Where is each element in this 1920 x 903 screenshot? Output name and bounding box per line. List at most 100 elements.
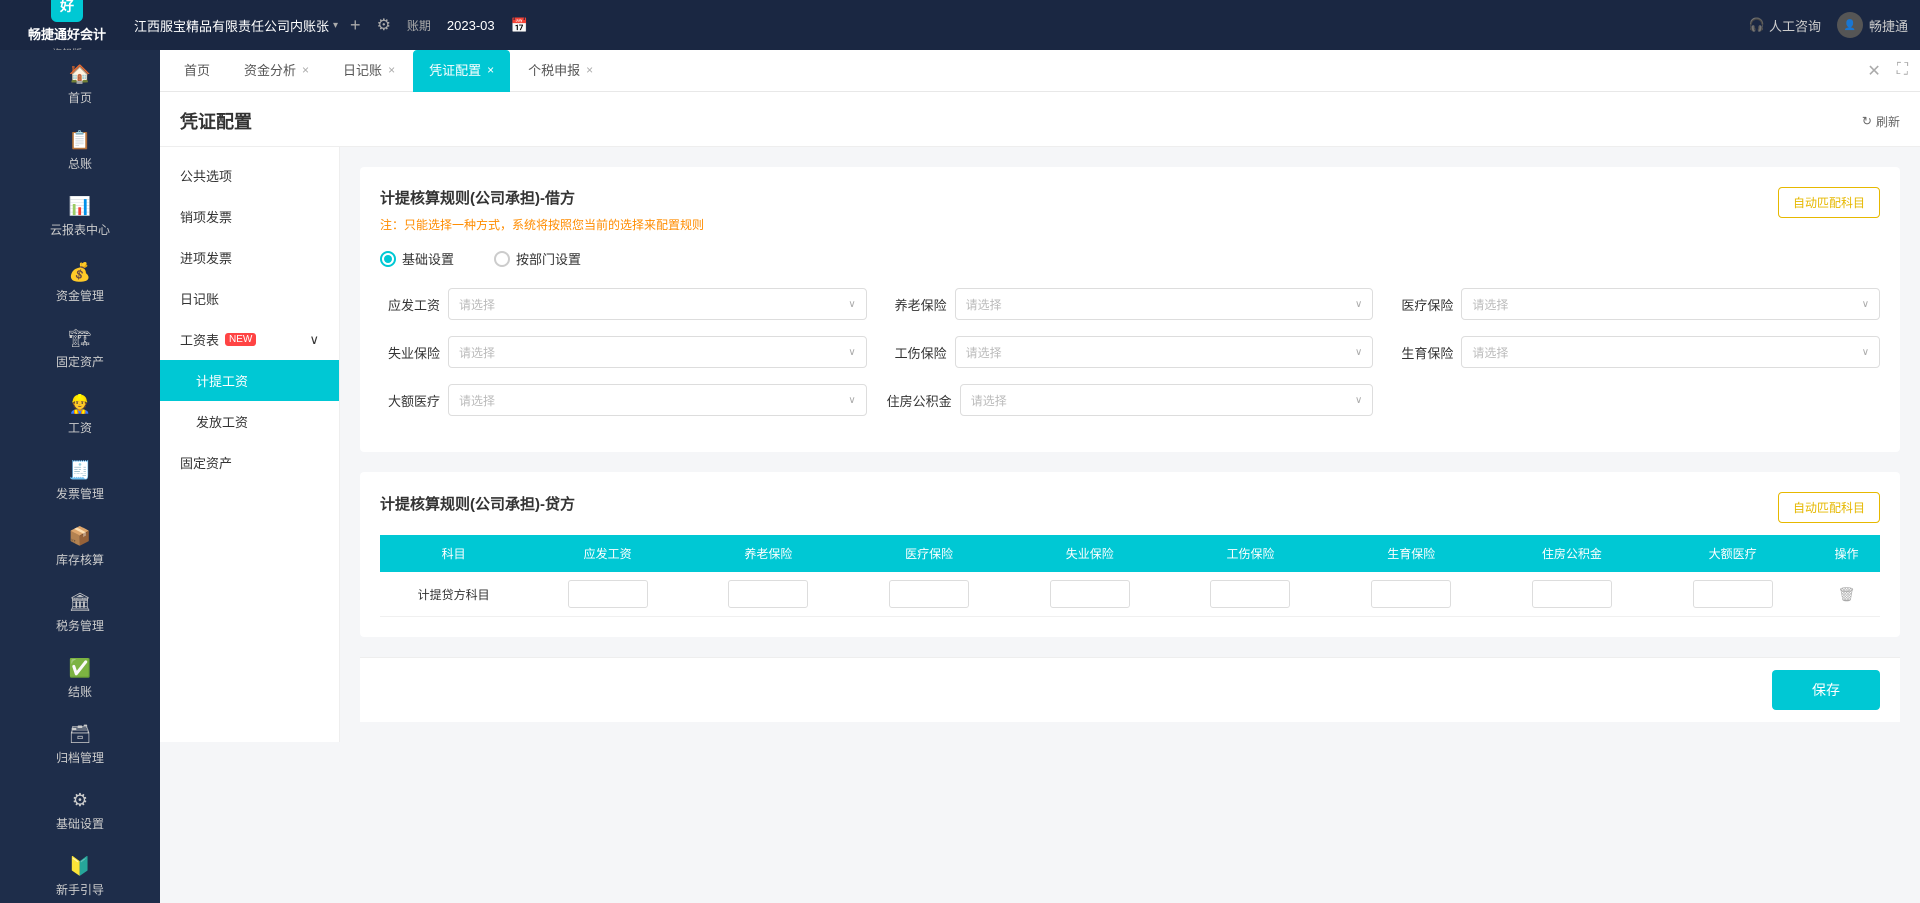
left-nav-label: 进项发票 (180, 248, 232, 267)
label-major-medical: 大额医疗 (380, 391, 440, 410)
select-pension[interactable]: 请选择 ∨ (955, 288, 1374, 320)
input-maternity[interactable] (1371, 580, 1451, 608)
sidebar-item-payroll[interactable]: 👷 工资 (0, 380, 160, 446)
sidebar-item-home[interactable]: 🏠 首页 (0, 50, 160, 116)
left-nav-item-pay-payroll[interactable]: 发放工资 (160, 401, 339, 442)
close-icon[interactable]: × (302, 63, 309, 77)
settings-icon[interactable]: ⚙ (377, 15, 391, 35)
left-nav-item-fixed-assets[interactable]: 固定资产 (160, 442, 339, 483)
select-salary[interactable]: 请选择 ∨ (448, 288, 867, 320)
chevron-down-icon: ∨ (848, 395, 855, 406)
input-pension[interactable] (728, 580, 808, 608)
user-name: 畅捷通 (1869, 16, 1908, 35)
user-area[interactable]: 👤 畅捷通 (1837, 12, 1908, 38)
left-nav-item-payroll-table[interactable]: 工资表 NEW ∨ (160, 319, 339, 360)
select-medical[interactable]: 请选择 ∨ (1461, 288, 1880, 320)
tab-funds[interactable]: 资金分析 × (228, 50, 325, 92)
input-unemployment[interactable] (1050, 580, 1130, 608)
sidebar-item-invoice[interactable]: 🧾 发票管理 (0, 446, 160, 512)
select-work-injury[interactable]: 请选择 ∨ (955, 336, 1374, 368)
close-icon[interactable]: × (487, 63, 494, 77)
select-major-medical[interactable]: 请选择 ∨ (448, 384, 867, 416)
tab-controls: ✕ ⛶ (1863, 57, 1912, 85)
close-tab-button[interactable]: ✕ (1863, 57, 1884, 85)
tab-journal[interactable]: 日记账 × (327, 50, 411, 92)
sidebar-item-settlement[interactable]: ✅ 结账 (0, 644, 160, 710)
tab-home[interactable]: 首页 (168, 50, 226, 92)
chart-icon: 📊 (69, 196, 91, 217)
top-bar-center: + ⚙ 账期 2023-03 📅 (350, 15, 1737, 36)
select-maternity[interactable]: 请选择 ∨ (1461, 336, 1880, 368)
assets-icon: 🏗 (69, 328, 92, 349)
cell-pension (688, 572, 849, 617)
placeholder-maternity: 请选择 (1472, 344, 1508, 361)
form-row-3: 大额医疗 请选择 ∨ 住房公积金 请选择 ∨ (380, 384, 1880, 416)
input-salary[interactable] (568, 580, 648, 608)
label-unemployment: 失业保险 (380, 343, 440, 362)
service-button[interactable]: 🎧 人工咨询 (1749, 16, 1821, 35)
calendar-icon[interactable]: 📅 (511, 17, 528, 34)
page-title: 凭证配置 (180, 108, 252, 134)
credit-section-title: 计提核算规则(公司承担)-贷方 (380, 493, 575, 514)
auto-match-debit-button[interactable]: 自动匹配科目 (1778, 187, 1880, 218)
settlement-icon: ✅ (69, 658, 91, 679)
input-work-injury[interactable] (1210, 580, 1290, 608)
add-tab-button[interactable]: + (350, 15, 361, 36)
sidebar-item-assets[interactable]: 🏗 固定资产 (0, 314, 160, 380)
input-major-medical[interactable] (1693, 580, 1773, 608)
chevron-down-icon: ∨ (848, 347, 855, 358)
col-action: 操作 (1813, 535, 1880, 572)
cell-action: 🗑 (1813, 572, 1880, 617)
left-nav-label: 固定资产 (180, 453, 232, 472)
refresh-button[interactable]: ↻ 刷新 (1862, 113, 1900, 130)
close-icon[interactable]: × (388, 63, 395, 77)
top-bar: 好 畅捷通好会计 旗舰版 江西服宝精品有限责任公司内账张 ▾ + ⚙ 账期 20… (0, 0, 1920, 50)
form-item-housing: 住房公积金 请选择 ∨ (887, 384, 1374, 416)
tab-tax[interactable]: 个税申报 × (512, 50, 609, 92)
placeholder-medical: 请选择 (1472, 296, 1508, 313)
sidebar-item-ledger[interactable]: 📋 总账 (0, 116, 160, 182)
auto-match-credit-button[interactable]: 自动匹配科目 (1778, 492, 1880, 523)
left-nav-label: 销项发票 (180, 207, 232, 226)
select-housing[interactable]: 请选择 ∨ (960, 384, 1374, 416)
period-label: 账期 (407, 17, 431, 34)
sidebar-item-settings[interactable]: ⚙ 基础设置 (0, 776, 160, 842)
input-medical[interactable] (889, 580, 969, 608)
delete-row-button[interactable]: 🗑 (1838, 586, 1856, 602)
tab-bar: 首页 资金分析 × 日记账 × 凭证配置 × 个税申报 × ✕ ⛶ (160, 50, 1920, 92)
cell-subject-label: 计提贷方科目 (380, 572, 527, 617)
cell-medical (849, 572, 1010, 617)
sidebar-item-funds[interactable]: 💰 资金管理 (0, 248, 160, 314)
save-button[interactable]: 保存 (1772, 670, 1880, 710)
select-unemployment[interactable]: 请选择 ∨ (448, 336, 867, 368)
left-nav-item-sales[interactable]: 销项发票 (160, 196, 339, 237)
sidebar-item-inventory[interactable]: 📦 库存核算 (0, 512, 160, 578)
tab-label: 凭证配置 (429, 60, 481, 79)
chevron-down-icon: ∨ (1355, 299, 1362, 310)
company-selector[interactable]: 江西服宝精品有限责任公司内账张 ▾ (134, 16, 338, 35)
col-salary: 应发工资 (527, 535, 688, 572)
chevron-down-icon: ∨ (1862, 347, 1869, 358)
label-medical: 医疗保险 (1393, 295, 1453, 314)
tab-voucher-config[interactable]: 凭证配置 × (413, 50, 510, 92)
left-nav-item-accrue-payroll[interactable]: 计提工资 (160, 360, 339, 401)
tab-label: 日记账 (343, 60, 382, 79)
close-icon[interactable]: × (586, 63, 593, 77)
sidebar-item-reports[interactable]: 📊 云报表中心 (0, 182, 160, 248)
expand-tab-button[interactable]: ⛶ (1893, 57, 1912, 85)
sidebar-item-tax[interactable]: 🏛 税务管理 (0, 578, 160, 644)
sidebar-item-archive[interactable]: 🗃 归档管理 (0, 710, 160, 776)
left-nav-item-journal[interactable]: 日记账 (160, 278, 339, 319)
refresh-label: 刷新 (1876, 113, 1900, 130)
sidebar-item-guide[interactable]: 🔰 新手引导 (0, 842, 160, 903)
label-work-injury: 工伤保险 (887, 343, 947, 362)
radio-basic[interactable]: 基础设置 (380, 249, 454, 268)
left-nav-item-public[interactable]: 公共选项 (160, 155, 339, 196)
left-nav-item-purchase[interactable]: 进项发票 (160, 237, 339, 278)
input-housing[interactable] (1532, 580, 1612, 608)
radio-department[interactable]: 按部门设置 (494, 249, 581, 268)
left-nav-label: 计提工资 (196, 371, 248, 390)
sidebar-item-label: 固定资产 (56, 353, 104, 370)
col-maternity: 生育保险 (1331, 535, 1492, 572)
chevron-down-icon: ∨ (1355, 347, 1362, 358)
